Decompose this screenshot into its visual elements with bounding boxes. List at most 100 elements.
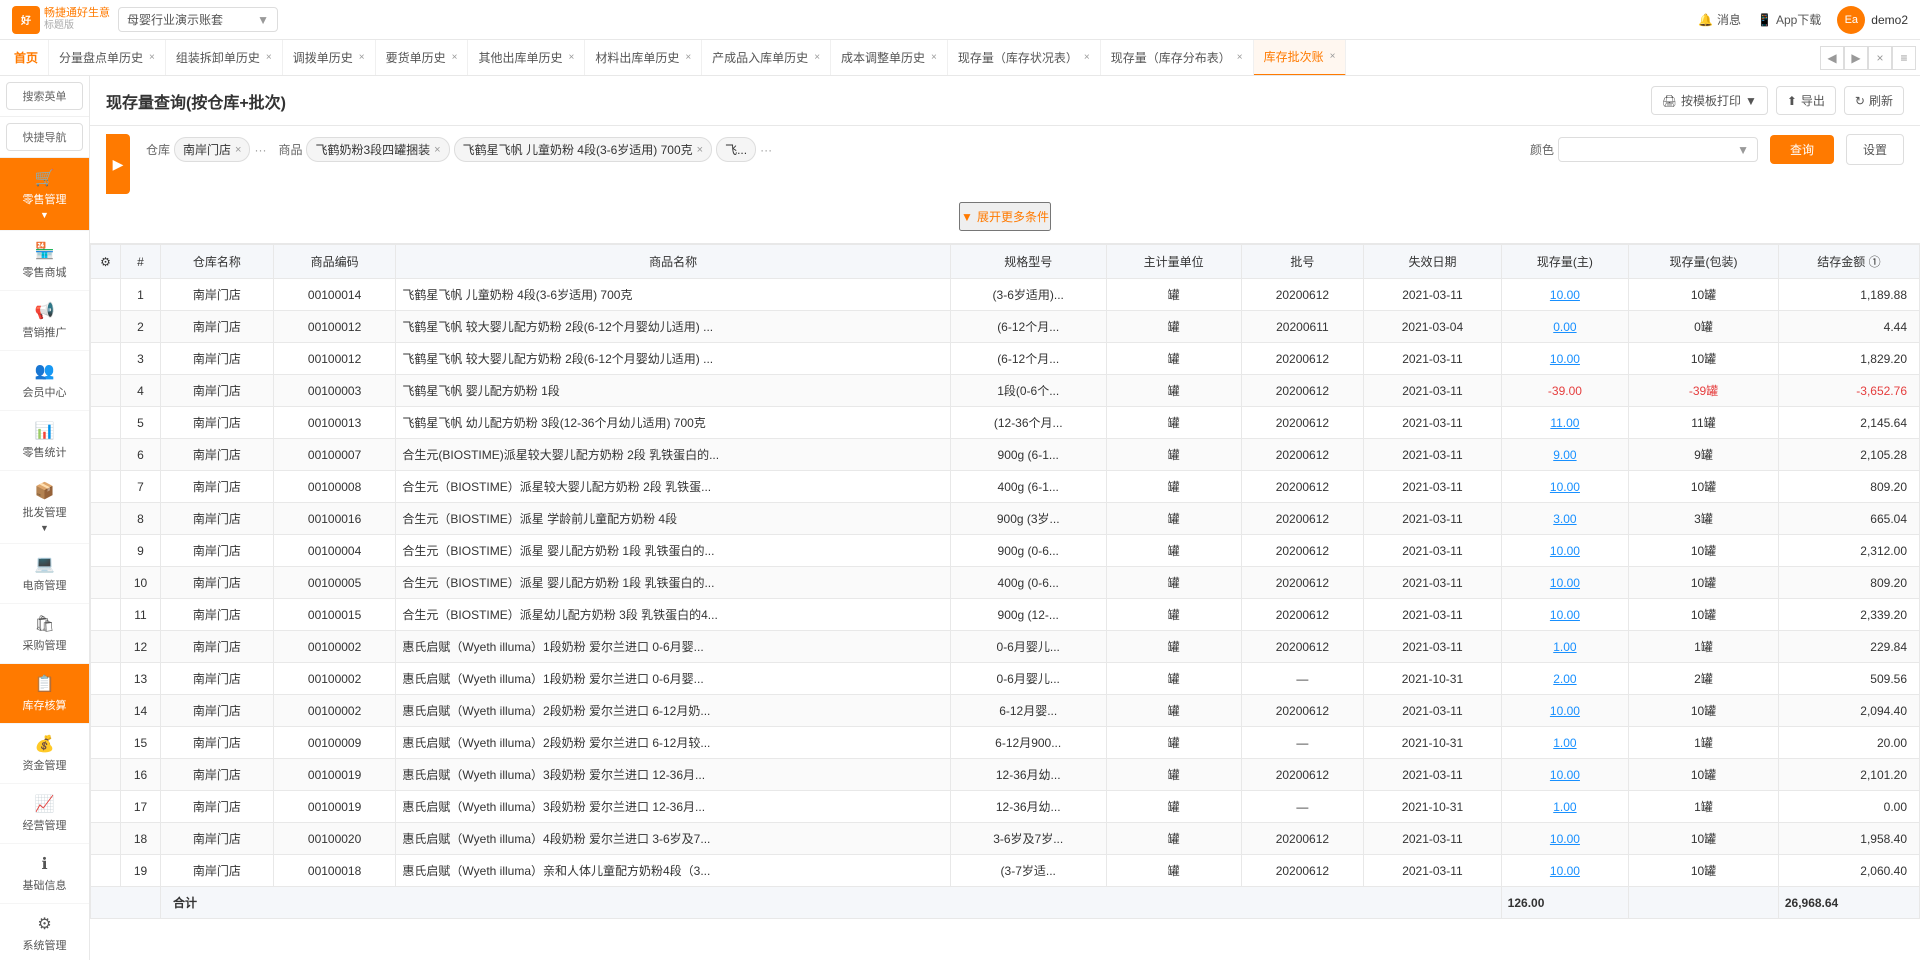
- tab-chengben[interactable]: 成本调整单历史 ×: [831, 40, 948, 76]
- sidebar-item-marketing[interactable]: 📢 营销推广: [0, 291, 89, 351]
- close-icon[interactable]: ×: [685, 52, 691, 63]
- row-setting[interactable]: [91, 695, 121, 727]
- row-setting[interactable]: [91, 823, 121, 855]
- row-setting[interactable]: [91, 279, 121, 311]
- row-qty-main[interactable]: 10.00: [1501, 695, 1629, 727]
- sidebar-item-ecommerce[interactable]: 💻 电商管理: [0, 544, 89, 604]
- row-qty-main[interactable]: 1.00: [1501, 631, 1629, 663]
- tab-xiancun2[interactable]: 现存量（库存分布表） ×: [1101, 40, 1254, 76]
- close-icon[interactable]: ×: [359, 52, 365, 63]
- nav-menu-btn[interactable]: ≡: [1892, 46, 1916, 70]
- row-qty-main[interactable]: 10.00: [1501, 279, 1629, 311]
- row-batch: 20200612: [1241, 471, 1364, 503]
- warehouse-more-btn[interactable]: ···: [254, 143, 266, 157]
- tab-fenliang[interactable]: 分量盘点单历史 ×: [49, 40, 166, 76]
- close-icon[interactable]: ×: [1084, 52, 1090, 63]
- col-setting[interactable]: ⚙: [91, 245, 121, 279]
- row-qty-main[interactable]: 10.00: [1501, 759, 1629, 791]
- remove-goods2-btn[interactable]: ×: [697, 144, 703, 156]
- query-btn[interactable]: 查询: [1770, 135, 1834, 164]
- user-area[interactable]: Ea demo2: [1837, 6, 1908, 34]
- app-download-btn[interactable]: 📱 App下载: [1757, 11, 1821, 28]
- sidebar-item-stats[interactable]: 📊 零售统计: [0, 411, 89, 471]
- tab-chancheng[interactable]: 产成品入库单历史 ×: [702, 40, 831, 76]
- account-selector[interactable]: 母婴行业演示账套 ▼: [118, 7, 278, 32]
- remove-warehouse-btn[interactable]: ×: [235, 144, 241, 156]
- row-qty-main[interactable]: 2.00: [1501, 663, 1629, 695]
- close-icon[interactable]: ×: [1330, 51, 1336, 62]
- print-btn[interactable]: 🖨 按模板打印 ▼: [1651, 86, 1768, 115]
- row-qty-main[interactable]: 10.00: [1501, 471, 1629, 503]
- goods-tag-3[interactable]: 飞...: [716, 137, 756, 162]
- tab-cailiao[interactable]: 材料出库单历史 ×: [585, 40, 702, 76]
- sidebar-item-basic[interactable]: ℹ 基础信息: [0, 844, 89, 904]
- close-icon[interactable]: ×: [452, 52, 458, 63]
- tab-qita[interactable]: 其他出库单历史 ×: [468, 40, 585, 76]
- goods-more-btn[interactable]: ···: [760, 143, 772, 157]
- search-menu-btn[interactable]: 搜索英单: [6, 82, 83, 110]
- row-qty-main[interactable]: 10.00: [1501, 823, 1629, 855]
- row-setting[interactable]: [91, 631, 121, 663]
- row-setting[interactable]: [91, 663, 121, 695]
- row-qty-main[interactable]: 0.00: [1501, 311, 1629, 343]
- row-qty-main[interactable]: 1.00: [1501, 791, 1629, 823]
- row-setting[interactable]: [91, 759, 121, 791]
- export-btn[interactable]: ⬆ 导出: [1776, 86, 1836, 115]
- tab-xiancun1[interactable]: 现存量（库存状况表） ×: [948, 40, 1101, 76]
- color-input[interactable]: ▼: [1558, 137, 1758, 162]
- nav-next-btn[interactable]: ▶: [1844, 46, 1868, 70]
- row-qty-main[interactable]: 10.00: [1501, 343, 1629, 375]
- messages-btn[interactable]: 🔔 消息: [1698, 11, 1741, 28]
- row-setting[interactable]: [91, 599, 121, 631]
- row-setting[interactable]: [91, 407, 121, 439]
- row-qty-main[interactable]: 10.00: [1501, 567, 1629, 599]
- row-qty-main[interactable]: 10.00: [1501, 855, 1629, 887]
- close-icon[interactable]: ×: [1237, 52, 1243, 63]
- settings-btn[interactable]: 设置: [1846, 134, 1904, 165]
- row-setting[interactable]: [91, 375, 121, 407]
- row-setting[interactable]: [91, 439, 121, 471]
- close-icon[interactable]: ×: [814, 52, 820, 63]
- quick-nav-btn[interactable]: 快捷导航: [6, 123, 83, 151]
- row-setting[interactable]: [91, 727, 121, 759]
- row-setting[interactable]: [91, 567, 121, 599]
- sidebar-item-wholesale[interactable]: 📦 批发管理 ▼: [0, 471, 89, 544]
- sidebar-item-inventory[interactable]: 📋 库存核算: [0, 664, 89, 724]
- tab-zuzhuang[interactable]: 组装拆卸单历史 ×: [166, 40, 283, 76]
- nav-prev-btn[interactable]: ◀: [1820, 46, 1844, 70]
- sidebar-item-retail[interactable]: 🛒 零售管理 ▼: [0, 158, 89, 231]
- tab-yaohuo[interactable]: 要货单历史 ×: [376, 40, 469, 76]
- row-setting[interactable]: [91, 311, 121, 343]
- close-icon[interactable]: ×: [568, 52, 574, 63]
- sidebar-item-system[interactable]: ⚙ 系统管理: [0, 904, 89, 960]
- close-icon[interactable]: ×: [931, 52, 937, 63]
- row-qty-main[interactable]: 3.00: [1501, 503, 1629, 535]
- sidebar-item-member[interactable]: 👥 会员中心: [0, 351, 89, 411]
- row-setting[interactable]: [91, 503, 121, 535]
- row-qty-main[interactable]: 11.00: [1501, 407, 1629, 439]
- row-qty-main[interactable]: 9.00: [1501, 439, 1629, 471]
- row-qty-main[interactable]: 10.00: [1501, 535, 1629, 567]
- row-setting[interactable]: [91, 535, 121, 567]
- refresh-btn[interactable]: ↻ 刷新: [1844, 86, 1904, 115]
- sidebar-item-operation[interactable]: 📈 经营管理: [0, 784, 89, 844]
- row-qty-main[interactable]: 1.00: [1501, 727, 1629, 759]
- row-qty-main[interactable]: -39.00: [1501, 375, 1629, 407]
- expand-conditions-btn[interactable]: ▼ 展开更多条件: [959, 202, 1051, 231]
- close-icon[interactable]: ×: [149, 52, 155, 63]
- sidebar-item-mall[interactable]: 🏪 零售商城: [0, 231, 89, 291]
- close-icon[interactable]: ×: [266, 52, 272, 63]
- row-setting[interactable]: [91, 471, 121, 503]
- tab-home[interactable]: 首页: [4, 40, 49, 76]
- expand-arrow-btn[interactable]: ▶: [106, 134, 130, 194]
- remove-goods1-btn[interactable]: ×: [434, 144, 440, 156]
- tab-kucun[interactable]: 库存批次账 ×: [1254, 40, 1347, 76]
- sidebar-item-purchase[interactable]: 🛍 采购管理: [0, 604, 89, 664]
- row-setting[interactable]: [91, 855, 121, 887]
- row-qty-main[interactable]: 10.00: [1501, 599, 1629, 631]
- row-setting[interactable]: [91, 791, 121, 823]
- tab-diaoba[interactable]: 调拨单历史 ×: [283, 40, 376, 76]
- nav-close-btn[interactable]: ×: [1868, 46, 1892, 70]
- sidebar-item-finance[interactable]: 💰 资金管理: [0, 724, 89, 784]
- row-setting[interactable]: [91, 343, 121, 375]
